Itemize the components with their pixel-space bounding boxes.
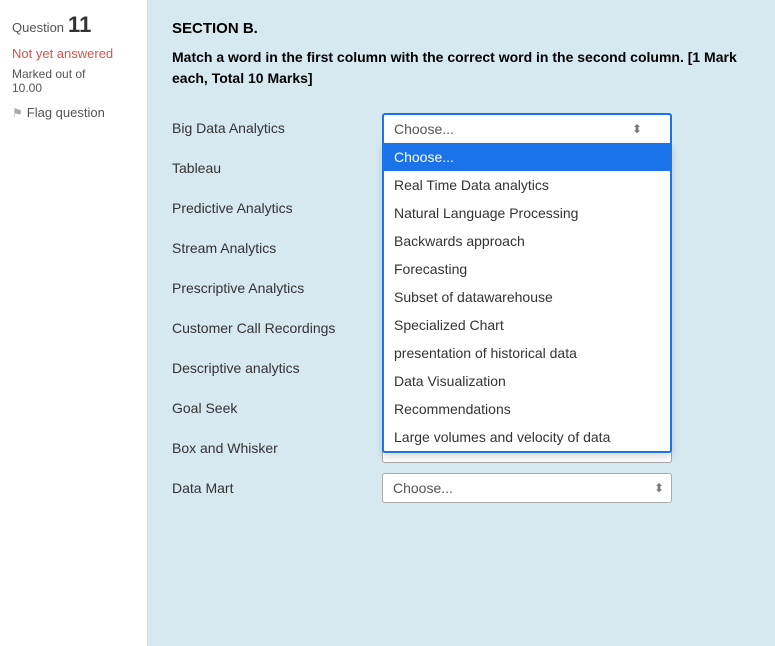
dropdown-item-presentation[interactable]: presentation of historical data	[384, 339, 670, 367]
main-content: SECTION B. Match a word in the first col…	[148, 0, 775, 646]
section-title: SECTION B.	[172, 20, 751, 37]
label-tableau: Tableau	[172, 160, 382, 176]
dropdown-item-choose[interactable]: Choose...	[384, 143, 670, 171]
dropdown-list-big-data: Choose... Real Time Data analytics Natur…	[382, 143, 672, 453]
label-big-data: Big Data Analytics	[172, 120, 382, 136]
select-data-mart[interactable]: Choose... Real Time Data analytics Natur…	[382, 473, 672, 503]
label-stream: Stream Analytics	[172, 240, 382, 256]
label-customer-call: Customer Call Recordings	[172, 320, 382, 336]
dropdown-item-specialized-chart[interactable]: Specialized Chart	[384, 311, 670, 339]
label-descriptive: Descriptive analytics	[172, 360, 382, 376]
dropdown-item-forecasting[interactable]: Forecasting	[384, 255, 670, 283]
flag-icon: ⚑	[12, 106, 23, 120]
label-prescriptive: Prescriptive Analytics	[172, 280, 382, 296]
dropdown-trigger-text: Choose...	[394, 121, 454, 137]
dropdown-item-realtime[interactable]: Real Time Data analytics	[384, 171, 670, 199]
question-label: Question	[12, 20, 64, 35]
flag-question-label: Flag question	[27, 105, 105, 120]
dropdown-item-nlp[interactable]: Natural Language Processing	[384, 199, 670, 227]
question-number: 11	[68, 12, 91, 38]
instruction-text: Match a word in the first column with th…	[172, 47, 751, 89]
dropdown-item-subset[interactable]: Subset of datawarehouse	[384, 283, 670, 311]
match-row-big-data: Big Data Analytics Choose... ⬍ Choose...…	[172, 113, 751, 143]
label-goal-seek: Goal Seek	[172, 400, 382, 416]
dropdown-item-backwards[interactable]: Backwards approach	[384, 227, 670, 255]
label-predictive: Predictive Analytics	[172, 200, 382, 216]
dropdown-item-recommendations[interactable]: Recommendations	[384, 395, 670, 423]
label-data-mart: Data Mart	[172, 480, 382, 496]
dropdown-item-data-viz[interactable]: Data Visualization	[384, 367, 670, 395]
marked-out: Marked out of 10.00	[12, 67, 135, 95]
dropdown-big-data[interactable]: Choose... ⬍ Choose... Real Time Data ana…	[382, 113, 672, 143]
not-answered-status: Not yet answered	[12, 46, 135, 61]
dropdown-item-large-volumes[interactable]: Large volumes and velocity of data	[384, 423, 670, 451]
match-row-data-mart: Data Mart Choose... Real Time Data analy…	[172, 473, 751, 503]
dropdown-trigger-big-data[interactable]: Choose... ⬍	[382, 113, 672, 143]
chevron-down-icon: ⬍	[632, 122, 642, 136]
sidebar: Question 11 Not yet answered Marked out …	[0, 0, 148, 646]
select-data-mart-input[interactable]: Choose... Real Time Data analytics Natur…	[382, 473, 672, 503]
label-box-whisker: Box and Whisker	[172, 440, 382, 456]
flag-question-button[interactable]: ⚑ Flag question	[12, 105, 135, 120]
